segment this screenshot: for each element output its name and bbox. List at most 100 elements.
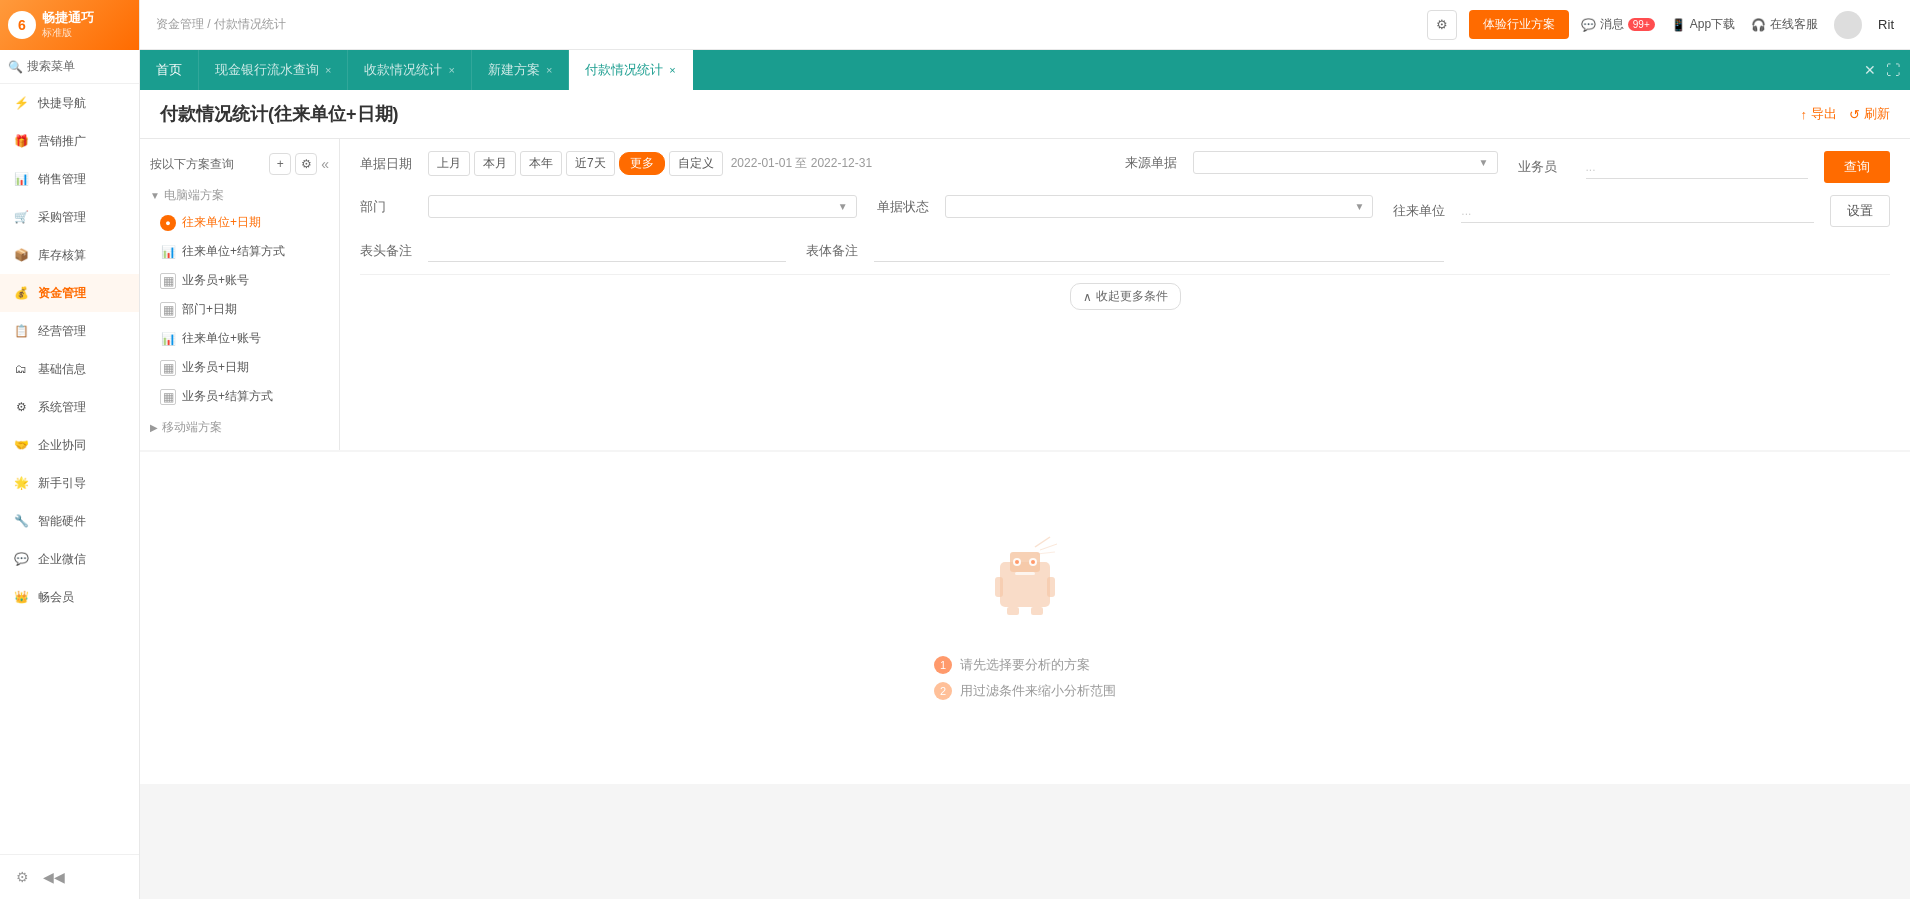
tip-2-text: 用过滤条件来缩小分析范围	[960, 678, 1116, 704]
sidebar-item-marketing[interactable]: 🎁 营销推广	[0, 122, 139, 160]
tip-1-text: 请先选择要分析的方案	[960, 652, 1090, 678]
svg-line-11	[1035, 537, 1050, 547]
sidebar-header: 6 畅捷通巧 标准版	[0, 0, 139, 50]
logo-sub: 标准版	[42, 26, 94, 40]
scheme-item-salesman-date[interactable]: ▦业务员+日期	[140, 353, 339, 382]
tab-close-bank-flow[interactable]: ×	[325, 64, 331, 76]
nav-icon-basic: 🗂	[12, 360, 30, 378]
tab-close-payment-stats[interactable]: ×	[669, 64, 675, 76]
tip-1-num: 1	[934, 656, 952, 674]
collapse-icon: ∧	[1083, 290, 1092, 304]
scheme-item-chart-icon: 📊	[160, 331, 176, 347]
scheme-item-table-icon: ▦	[160, 389, 176, 405]
scheme-item-salesman-settle[interactable]: ▦业务员+结算方式	[140, 382, 339, 411]
nav-icon-marketing: 🎁	[12, 132, 30, 150]
nav-icon-sales: 📊	[12, 170, 30, 188]
sidebar-item-system[interactable]: ⚙ 系统管理	[0, 388, 139, 426]
scheme-category-mobile[interactable]: ▶ 移动端方案	[140, 415, 339, 440]
sidebar-item-guide[interactable]: 🌟 新手引导	[0, 464, 139, 502]
empty-tip-1: 1 请先选择要分析的方案	[934, 652, 1116, 678]
settings-button[interactable]: 设置	[1830, 195, 1890, 227]
export-button[interactable]: ↑ 导出	[1801, 105, 1838, 123]
source-label: 来源单据	[1125, 154, 1185, 172]
source-select[interactable]: ▼	[1193, 151, 1498, 174]
scheme-item-table-icon: ▦	[160, 273, 176, 289]
sidebar-item-enterprise[interactable]: 🤝 企业协同	[0, 426, 139, 464]
source-select-arrow: ▼	[1479, 157, 1489, 168]
app-download-item[interactable]: 📱 App下载	[1671, 16, 1735, 33]
nav-label-capital: 资金管理	[38, 285, 86, 302]
custom-btn[interactable]: 自定义	[669, 151, 723, 176]
nav-label-basic: 基础信息	[38, 361, 86, 378]
header-note-label: 表头备注	[360, 242, 420, 260]
topbar-settings-icon[interactable]: ⚙	[1427, 10, 1457, 40]
expand-icon[interactable]: ⛶	[1886, 62, 1900, 78]
sidebar-item-hardware[interactable]: 🔧 智能硬件	[0, 502, 139, 540]
current-month-btn[interactable]: 本月	[474, 151, 516, 176]
more-btn[interactable]: 更多	[619, 152, 665, 175]
scheme-panel-title: 按以下方案查询	[150, 156, 234, 173]
voucher-status-select[interactable]: ▼	[945, 195, 1374, 218]
category-arrow-icon: ▼	[150, 190, 160, 201]
sidebar-item-purchase[interactable]: 🛒 采购管理	[0, 198, 139, 236]
scheme-item-salesman-account[interactable]: ▦业务员+账号	[140, 266, 339, 295]
collapse-more-button[interactable]: ∧ 收起更多条件	[1070, 283, 1181, 310]
refresh-button[interactable]: ↺ 刷新	[1849, 105, 1890, 123]
collapse-sidebar-icon[interactable]: ◀◀	[42, 865, 66, 889]
header-note-input[interactable]	[428, 239, 786, 262]
scheme-item-table-icon: ▦	[160, 302, 176, 318]
tab-receipt-stats[interactable]: 收款情况统计×	[348, 50, 471, 90]
filter-row-1: 单据日期 上月 本月 本年 近7天 更多 自定义 2022-01-01 至 20…	[360, 151, 1890, 183]
collapse-scheme-button[interactable]: «	[321, 156, 329, 172]
page-content-area: 付款情况统计(往来单位+日期) ↑ 导出 ↺ 刷新 按以下方案查询 +	[140, 90, 1910, 899]
dept-select[interactable]: ▼	[428, 195, 857, 218]
svg-rect-9	[1007, 607, 1019, 615]
counterpart-label: 往来单位	[1393, 202, 1453, 220]
scheme-item-unit-date[interactable]: ●往来单位+日期	[140, 208, 339, 237]
app-label: App下载	[1690, 16, 1735, 33]
sidebar-item-wechat[interactable]: 💬 企业微信	[0, 540, 139, 578]
logo-name: 畅捷通巧	[42, 10, 94, 26]
close-all-icon[interactable]: ✕	[1864, 62, 1876, 78]
page-header: 付款情况统计(往来单位+日期) ↑ 导出 ↺ 刷新	[140, 90, 1910, 139]
current-year-btn[interactable]: 本年	[520, 151, 562, 176]
sidebar-item-operation[interactable]: 📋 经营管理	[0, 312, 139, 350]
topbar: 资金管理 / 付款情况统计 ⚙ 体验行业方案 💬 消息 99+ 📱 App下载 …	[140, 0, 1910, 50]
last-month-btn[interactable]: 上月	[428, 151, 470, 176]
mobile-arrow-icon: ▶	[150, 422, 158, 433]
tab-bank-flow[interactable]: 现金银行流水查询×	[199, 50, 348, 90]
scheme-item-unit-settle[interactable]: 📊往来单位+结算方式	[140, 237, 339, 266]
message-item[interactable]: 💬 消息 99+	[1581, 16, 1655, 33]
search-menu[interactable]: 🔍 搜索菜单	[0, 50, 139, 84]
tab-close-new-scheme[interactable]: ×	[546, 64, 552, 76]
sidebar-item-inventory[interactable]: 📦 库存核算	[0, 236, 139, 274]
add-scheme-button[interactable]: +	[269, 153, 291, 175]
scheme-item-dept-date[interactable]: ▦ 部门+日期	[140, 295, 339, 324]
sidebar-item-basic[interactable]: 🗂 基础信息	[0, 350, 139, 388]
tab-payment-stats[interactable]: 付款情况统计×	[569, 50, 692, 90]
scheme-item-unit-account[interactable]: 📊往来单位+账号	[140, 324, 339, 353]
sidebar-item-capital[interactable]: 💰 资金管理	[0, 274, 139, 312]
scheme-settings-button[interactable]: ⚙	[295, 153, 317, 175]
svg-point-4	[1015, 560, 1019, 564]
sidebar-item-quick-nav[interactable]: ⚡ 快捷导航	[0, 84, 139, 122]
salesman-input[interactable]	[1586, 156, 1809, 179]
query-button[interactable]: 查询	[1824, 151, 1890, 183]
counterpart-input[interactable]	[1461, 200, 1814, 223]
tab-close-receipt-stats[interactable]: ×	[448, 64, 454, 76]
tab-home[interactable]: 首页	[140, 50, 199, 90]
date-buttons-group: 上月 本月 本年 近7天 更多 自定义	[428, 151, 723, 176]
gear-icon[interactable]: ⚙	[10, 865, 34, 889]
trial-button[interactable]: 体验行业方案	[1469, 10, 1569, 39]
scheme-item-label: 部门+日期	[182, 301, 237, 318]
sidebar-item-sales[interactable]: 📊 销售管理	[0, 160, 139, 198]
user-name[interactable]: Rit	[1878, 17, 1894, 32]
user-avatar[interactable]	[1834, 11, 1862, 39]
tab-new-scheme[interactable]: 新建方案×	[472, 50, 569, 90]
body-note-input[interactable]	[874, 239, 1445, 262]
online-service-item[interactable]: 🎧 在线客服	[1751, 16, 1818, 33]
sidebar-item-member[interactable]: 👑 畅会员	[0, 578, 139, 616]
last-7days-btn[interactable]: 近7天	[566, 151, 615, 176]
scheme-category-desktop[interactable]: ▼ 电脑端方案	[140, 183, 339, 208]
sidebar-nav: ⚡ 快捷导航 🎁 营销推广 📊 销售管理 🛒 采购管理 📦 库存核算 💰 资金管…	[0, 84, 139, 854]
